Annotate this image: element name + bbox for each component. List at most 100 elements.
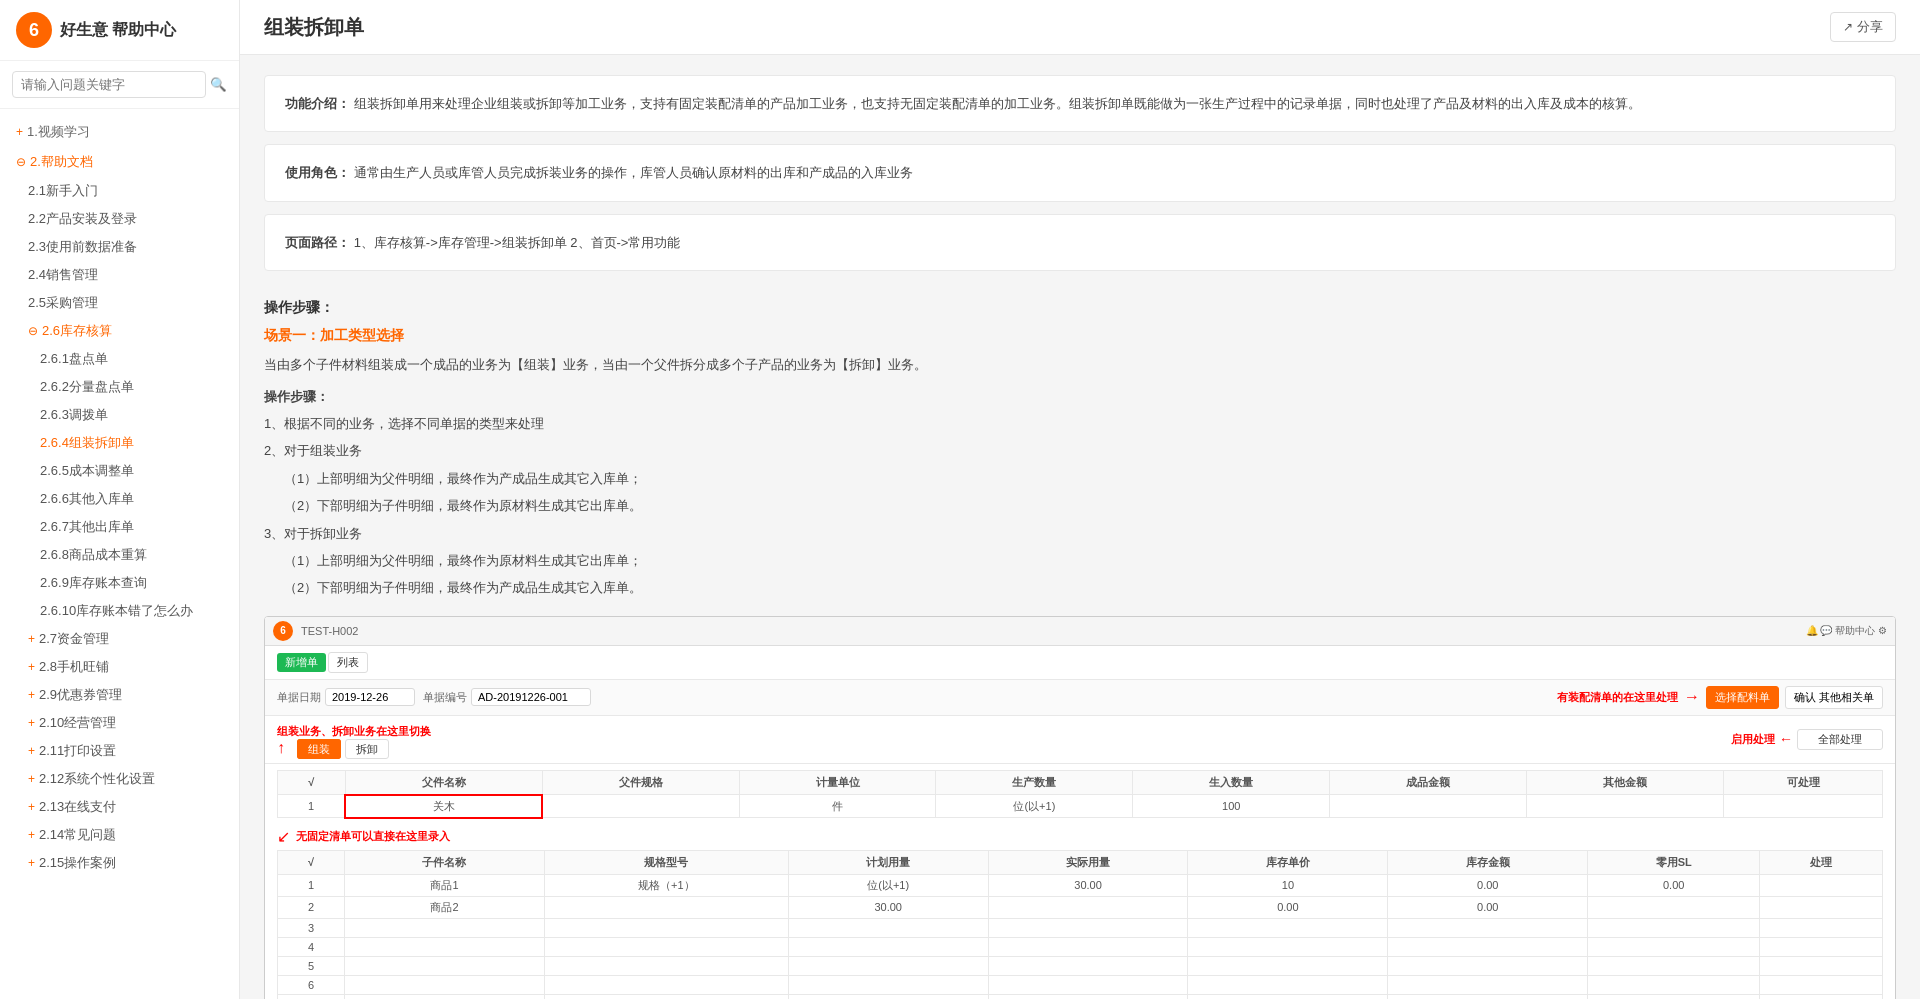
sidebar-item-coupon[interactable]: + 2.9优惠券管理 — [0, 681, 239, 709]
path-text: 页面路径： 1、库存核算->库存管理->组装拆卸单 2、首页->常用功能 — [285, 231, 1875, 254]
sidebar-item-customize[interactable]: + 2.12系统个性化设置 — [0, 765, 239, 793]
ss-upper-row-1: 1 关木 件 位(以+1) 100 — [278, 795, 1883, 818]
search-button[interactable]: 🔍 — [210, 77, 227, 92]
scene1: 场景一：加工类型选择 当由多个子件材料组装成一个成品的业务为【组装】业务，当由一… — [264, 327, 1896, 600]
ss-icons: 🔔 💬 帮助中心 ⚙ — [1806, 624, 1887, 638]
sidebar-item-print[interactable]: + 2.11打印设置 — [0, 737, 239, 765]
ss-lower-col-spec: 规格型号 — [544, 850, 788, 874]
ss-confirm-btn[interactable]: 确认 其他相关单 — [1785, 686, 1883, 709]
ss-tab-list[interactable]: 列表 — [328, 652, 368, 673]
sidebar-item-install[interactable]: 2.2产品安装及登录 — [0, 205, 239, 233]
ss-col-prod-qty: 生产数量 — [936, 770, 1133, 795]
plus-icon-faq: + — [28, 828, 35, 842]
ss-lower-col-stock-amt: 库存金额 — [1388, 850, 1588, 874]
ss-tab-new[interactable]: 新增单 — [277, 653, 326, 672]
sidebar-item-online-pay[interactable]: + 2.13在线支付 — [0, 793, 239, 821]
ss-lower-row-2: 2 商品2 30.00 0.00 0.00 — [278, 896, 1883, 918]
ss-type-btn-disassembly[interactable]: 拆卸 — [345, 739, 389, 759]
ss-type-switch-group: 组装业务、拆卸业务在这里切换 ↑ 组装 拆卸 — [277, 722, 431, 757]
ss-upper-table-header: √ 父件名称 父件规格 计量单位 生产数量 生入数量 成品金额 其他金额 可处理 — [278, 770, 1883, 795]
func-intro-card: 功能介绍： 组装拆卸单用来处理企业组装或拆卸等加工业务，支持有固定装配清单的产品… — [264, 75, 1896, 132]
sidebar-item-other-out[interactable]: 2.6.7其他出库单 — [0, 513, 239, 541]
path-card: 页面路径： 1、库存核算->库存管理->组装拆卸单 2、首页->常用功能 — [264, 214, 1896, 271]
search-input[interactable] — [12, 71, 206, 98]
sidebar-item-mobile[interactable]: + 2.8手机旺铺 — [0, 653, 239, 681]
ss-col-parent-name: 父件名称 — [345, 770, 542, 795]
scene1-desc: 当由多个子件材料组装成一个成品的业务为【组装】业务，当由一个父件拆分成多个子产品… — [264, 353, 1896, 376]
plus-icon-pay: + — [28, 800, 35, 814]
ss-annotation2-group: 启用处理 ← 全部处理 — [1731, 729, 1883, 750]
step3-2: （2）下部明细为子件明细，最终作为产成品生成其它入库单。 — [264, 576, 1896, 599]
ss-lower-row-3: 3 — [278, 918, 1883, 937]
ss-upper-table-container: √ 父件名称 父件规格 计量单位 生产数量 生入数量 成品金额 其他金额 可处理 — [265, 764, 1895, 825]
sidebar-item-ledger-query[interactable]: 2.6.9库存账本查询 — [0, 569, 239, 597]
share-button[interactable]: ↗ 分享 — [1830, 12, 1896, 42]
sidebar-item-count[interactable]: 2.6.1盘点单 — [0, 345, 239, 373]
screenshot-inner: 6 TEST-H002 🔔 💬 帮助中心 ⚙ 新增单 列表 — [265, 617, 1895, 999]
ss-date-input[interactable] — [325, 688, 415, 706]
sidebar-item-inventory[interactable]: ⊖ 2.6库存核算 — [0, 317, 239, 345]
ss-col-instock-qty: 生入数量 — [1133, 770, 1330, 795]
content-area: 功能介绍： 组装拆卸单用来处理企业组装或拆卸等加工业务，支持有固定装配清单的产品… — [240, 55, 1920, 999]
ss-lower-col-child-name: 子件名称 — [345, 850, 545, 874]
plus-icon-coupon: + — [28, 688, 35, 702]
ss-date-field: 单据日期 — [277, 688, 415, 706]
ss-enable-btn[interactable]: 全部处理 — [1797, 729, 1883, 750]
app-logo: 6 — [16, 12, 52, 48]
sidebar-item-ledger-fix[interactable]: 2.6.10库存账本错了怎么办 — [0, 597, 239, 625]
ss-cell-1-proc — [1724, 795, 1883, 818]
ss-docno-input[interactable] — [471, 688, 591, 706]
sidebar-item-partial-count[interactable]: 2.6.2分量盘点单 — [0, 373, 239, 401]
op-steps-label: 操作步骤： — [264, 385, 1896, 408]
main-content: 组装拆卸单 ↗ 分享 功能介绍： 组装拆卸单用来处理企业组装或拆卸等加工业务，支… — [240, 0, 1920, 999]
sidebar-item-sales[interactable]: 2.4销售管理 — [0, 261, 239, 289]
ss-lower-col-unit-price: 库存单价 — [1188, 850, 1388, 874]
ss-col-parent-spec: 父件规格 — [542, 770, 739, 795]
sidebar-item-video[interactable]: + 1.视频学习 — [0, 117, 239, 147]
ss-cell-1-unit: 件 — [739, 795, 936, 818]
sidebar-item-cases[interactable]: + 2.15操作案例 — [0, 849, 239, 877]
ss-lower-row-4: 4 — [278, 937, 1883, 956]
sidebar-item-transfer[interactable]: 2.6.3调拨单 — [0, 401, 239, 429]
ss-col-unit: 计量单位 — [739, 770, 936, 795]
ss-lower-table: √ 子件名称 规格型号 计划用量 实际用量 库存单价 库存金额 零用SL 处理 — [277, 850, 1883, 999]
ss-docno-field: 单据编号 — [423, 688, 591, 706]
sidebar-item-finance[interactable]: + 2.7资金管理 — [0, 625, 239, 653]
topbar: 组装拆卸单 ↗ 分享 — [240, 0, 1920, 55]
ss-annotation3: 组装业务、拆卸业务在这里切换 — [277, 725, 431, 737]
sidebar-item-other-in[interactable]: 2.6.6其他入库单 — [0, 485, 239, 513]
sidebar-item-management[interactable]: + 2.10经营管理 — [0, 709, 239, 737]
ss-select-bom-btn[interactable]: 选择配料单 — [1706, 686, 1779, 709]
sidebar-item-assembly[interactable]: 2.6.4组装拆卸单 — [0, 429, 239, 457]
ss-lower-row-1: 1 商品1 规格（+1） 位(以+1) 30.00 10 0.00 0.00 — [278, 874, 1883, 896]
ops-section: 操作步骤： 场景一：加工类型选择 当由多个子件材料组装成一个成品的业务为【组装】… — [264, 283, 1896, 999]
ss-doc-fields: 单据日期 单据编号 有装配清单的在这里处理 → 选择配料单 — [265, 680, 1895, 716]
ss-lower-table-header: √ 子件名称 规格型号 计划用量 实际用量 库存单价 库存金额 零用SL 处理 — [278, 850, 1883, 874]
sidebar-item-newbie[interactable]: 2.1新手入门 — [0, 177, 239, 205]
ss-col-processable: 可处理 — [1724, 770, 1883, 795]
ss-cell-1-prodamt — [1330, 795, 1527, 818]
ss-cell-1-prodqty: 位(以+1) — [936, 795, 1133, 818]
sidebar-item-cost-recalc[interactable]: 2.6.8商品成本重算 — [0, 541, 239, 569]
plus-icon-finance: + — [28, 632, 35, 646]
ss-type-btn-assembly[interactable]: 组装 — [297, 739, 341, 759]
sidebar-item-purchase[interactable]: 2.5采购管理 — [0, 289, 239, 317]
step3: 3、对于拆卸业务 — [264, 522, 1896, 545]
plus-icon-custom: + — [28, 772, 35, 786]
ss-annotation4: 无固定清单可以直接在这里录入 — [296, 829, 450, 844]
plus-icon-mobile: + — [28, 660, 35, 674]
sidebar-item-data-prep[interactable]: 2.3使用前数据准备 — [0, 233, 239, 261]
sidebar-item-cost-adjust[interactable]: 2.6.5成本调整单 — [0, 457, 239, 485]
sidebar: 6 好生意 帮助中心 🔍 + 1.视频学习 ⊖ 2.帮助文档 2.1新手入门 2… — [0, 0, 240, 999]
arrow-icon3: ↑ — [277, 739, 285, 756]
role-text: 使用角色： 通常由生产人员或库管人员完成拆装业务的操作，库管人员确认原材料的出库… — [285, 161, 1875, 184]
sidebar-item-help-docs[interactable]: ⊖ 2.帮助文档 — [0, 147, 239, 177]
sidebar-item-faq[interactable]: + 2.14常见问题 — [0, 821, 239, 849]
ss-lower-col-process: 处理 — [1760, 850, 1883, 874]
step2: 2、对于组装业务 — [264, 439, 1896, 462]
ss-cell-1-name: 关木 — [345, 795, 542, 818]
ss-annotation2: 启用处理 — [1731, 732, 1775, 747]
scene1-title: 场景一：加工类型选择 — [264, 327, 1896, 345]
ss-lower-col-sl: 零用SL — [1588, 850, 1760, 874]
share-icon: ↗ — [1843, 20, 1853, 34]
